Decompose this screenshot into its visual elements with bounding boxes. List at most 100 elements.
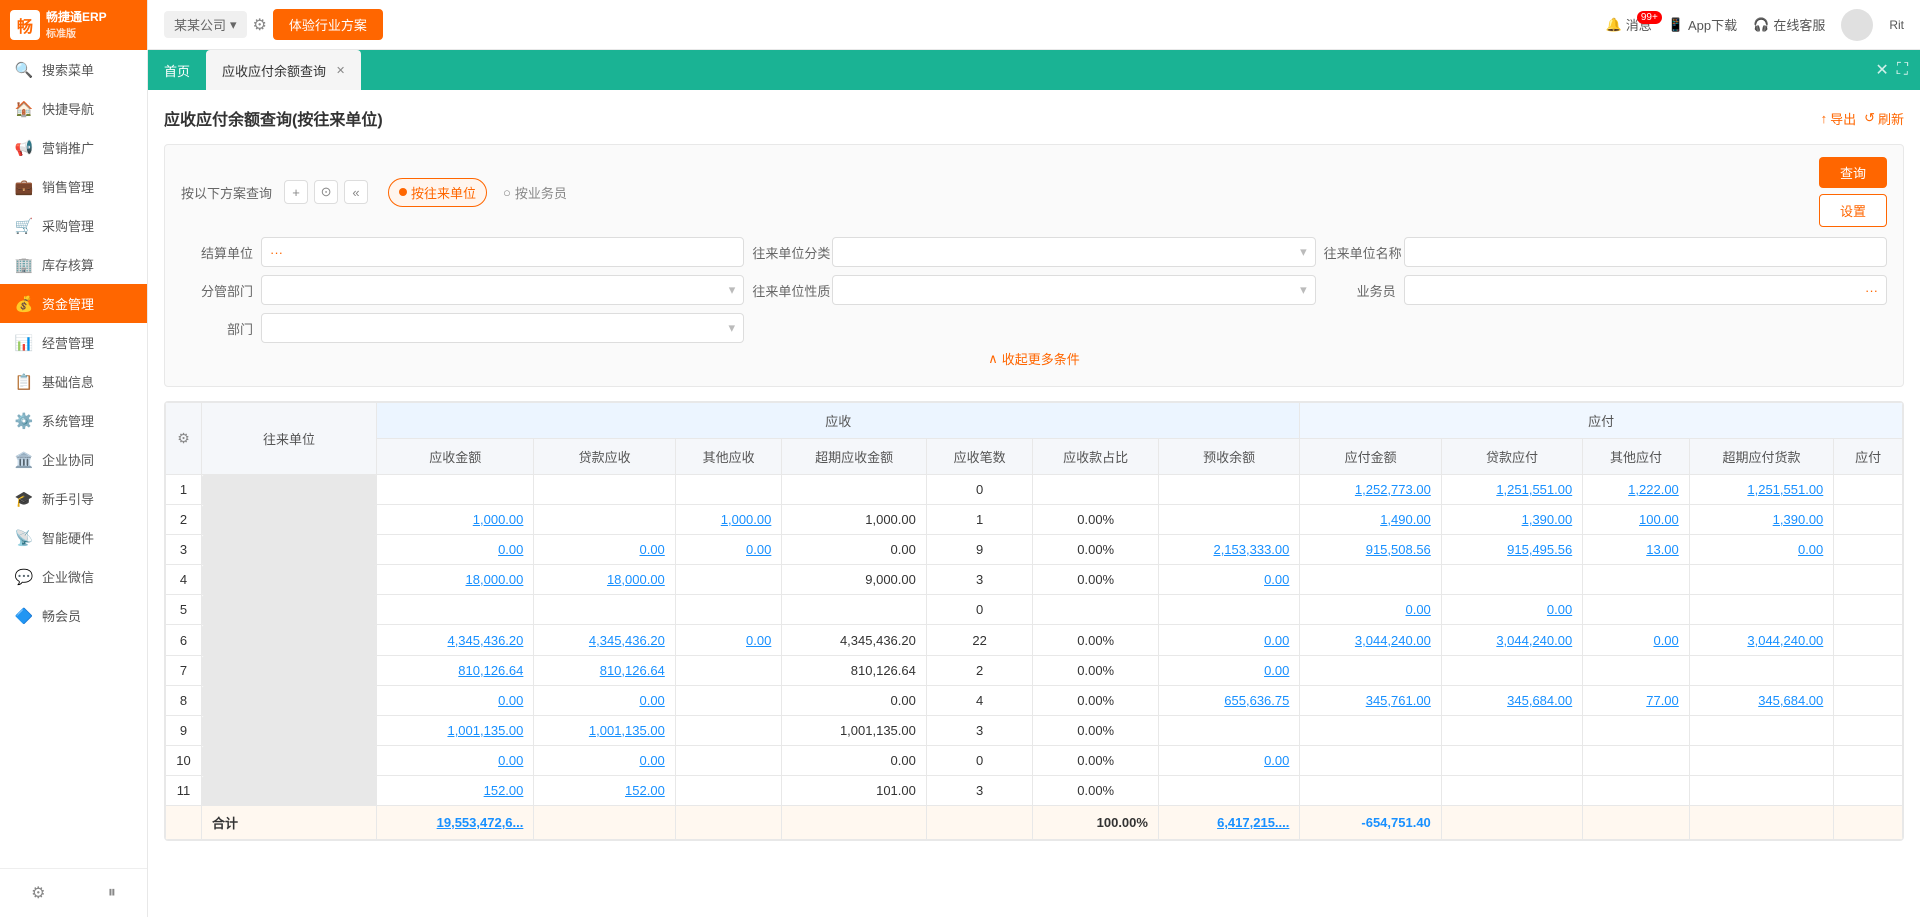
partner-category-input[interactable]: ▾ xyxy=(832,237,1315,267)
collapse-scheme-button[interactable]: « xyxy=(344,180,368,204)
footer-r-prepay[interactable]: 6,417,215.... xyxy=(1158,806,1299,840)
footer-r-loan xyxy=(534,806,675,840)
sidebar-item-basic[interactable]: 📋 基础信息 xyxy=(0,362,147,401)
scheme-by-salesman[interactable]: ○ 按业务员 xyxy=(493,178,577,207)
sidebar-item-system[interactable]: ⚙️ 系统管理 xyxy=(0,401,147,440)
sidebar-item-corp[interactable]: 🏛️ 企业协同 xyxy=(0,440,147,479)
notice-badge: 99+ xyxy=(1637,11,1662,24)
sidebar-item-vip[interactable]: 🔷 畅会员 xyxy=(0,596,147,635)
close-window-icon[interactable]: ✕ xyxy=(1875,60,1888,80)
chevron-icon: ▾ xyxy=(1300,244,1307,260)
footer-empty xyxy=(166,806,202,840)
footer-label: 合计 xyxy=(202,806,377,840)
sidebar-label-hardware: 智能硬件 xyxy=(42,528,94,547)
table-row: 10████████0.000.000.0000.00%0.00 xyxy=(166,746,1903,776)
filter-row-3: 部门 ▾ xyxy=(181,313,1887,343)
filter-row-1: 结算单位 ··· 往来单位分类 ▾ xyxy=(181,237,1887,267)
main-area: 某某公司 ▾ ⚙ 体验行业方案 🔔 99+ 消息 📱 App下载 🎧 在线客服 … xyxy=(148,0,1920,917)
notice-button[interactable]: 🔔 99+ 消息 xyxy=(1606,15,1652,34)
settings-scheme-button[interactable]: ⊙ xyxy=(314,180,338,204)
set-button[interactable]: 设置 xyxy=(1819,194,1887,227)
col-p-loan: 贷款应付 xyxy=(1441,439,1582,475)
sidebar-item-newbie[interactable]: 🎓 新手引导 xyxy=(0,479,147,518)
sidebar-label-newbie: 新手引导 xyxy=(42,489,94,508)
sidebar-label-vip: 畅会员 xyxy=(42,606,81,625)
service-button[interactable]: 🎧 在线客服 xyxy=(1753,15,1825,34)
sidebar-item-wechat[interactable]: 💬 企业微信 xyxy=(0,557,147,596)
col-r-count: 应收笔数 xyxy=(926,439,1033,475)
sidebar-logo: 畅 畅捷通ERP 标准版 xyxy=(0,0,147,50)
scheme-by-partner[interactable]: 按往来单位 xyxy=(388,178,487,207)
department-input[interactable]: ▾ xyxy=(261,313,744,343)
partner-name: ████████ xyxy=(202,565,377,595)
sidebar-label-inventory: 库存核算 xyxy=(42,255,94,274)
field-dept: 分管部门 ▾ xyxy=(181,275,744,305)
company-selector[interactable]: 某某公司 ▾ xyxy=(164,11,247,38)
sidebar-item-nav[interactable]: 🏠 快捷导航 xyxy=(0,89,147,128)
partner-name: ████████ xyxy=(202,535,377,565)
table-settings-icon[interactable]: ⚙ xyxy=(177,430,190,446)
refresh-icon: ↺ xyxy=(1864,110,1875,126)
sidebar-label-marketing: 营销推广 xyxy=(42,138,94,157)
collapse-button[interactable]: ∧ 收起更多条件 xyxy=(181,343,1887,374)
add-scheme-button[interactable]: + xyxy=(284,180,308,204)
sidebar-item-inventory[interactable]: 🏢 库存核算 xyxy=(0,245,147,284)
bell-icon: 🔔 xyxy=(1606,17,1622,33)
sidebar-item-operations[interactable]: 📊 经营管理 xyxy=(0,323,147,362)
partner-nature-input[interactable]: ▾ xyxy=(832,275,1315,305)
partner-name: ████████ xyxy=(202,475,377,505)
app-download-button[interactable]: 📱 App下载 xyxy=(1668,15,1737,34)
footer-r-amount[interactable]: 19,553,472,6... xyxy=(377,806,534,840)
field-department: 部门 ▾ xyxy=(181,313,744,343)
page-container: 应收应付余额查询(按往来单位) ↑ 导出 ↺ 刷新 按以下方案查询 xyxy=(148,90,1920,917)
partner-name-input[interactable] xyxy=(1404,237,1887,267)
maximize-icon[interactable]: ⛶ xyxy=(1897,61,1908,79)
sidebar-item-finance[interactable]: 💰 资金管理 xyxy=(0,284,147,323)
query-button[interactable]: 查询 xyxy=(1819,157,1887,188)
tab-balance-label: 应收应付余额查询 xyxy=(222,61,326,80)
table-row: 3████████0.000.000.000.0090.00%2,153,333… xyxy=(166,535,1903,565)
radio-icon: ○ xyxy=(503,185,511,200)
dept-input[interactable]: ▾ xyxy=(261,275,744,305)
content-area: 应收应付余额查询(按往来单位) ↑ 导出 ↺ 刷新 按以下方案查询 xyxy=(148,90,1920,917)
footer-p-amount[interactable]: -654,751.40 xyxy=(1300,806,1441,840)
table-row: 9████████1,001,135.001,001,135.001,001,1… xyxy=(166,716,1903,746)
export-button[interactable]: ↑ 导出 xyxy=(1821,109,1857,128)
sidebar-item-purchase[interactable]: 🛒 采购管理 xyxy=(0,206,147,245)
vip-icon: 🔷 xyxy=(14,607,34,625)
collapse-icon[interactable]: ⏸ xyxy=(102,878,122,908)
gear-icon[interactable]: ⚙ xyxy=(253,15,267,35)
sidebar-item-sales[interactable]: 💼 销售管理 xyxy=(0,167,147,206)
footer-r-other xyxy=(675,806,782,840)
footer-p-other xyxy=(1583,806,1690,840)
partner-name: P xyxy=(202,686,377,716)
sidebar-items: 🔍 搜索菜单 🏠 快捷导航 📢 营销推广 💼 销售管理 🛒 采购管理 🏢 库存核… xyxy=(0,50,147,635)
sidebar-item-hardware[interactable]: 📡 智能硬件 xyxy=(0,518,147,557)
sidebar-label-sales: 销售管理 xyxy=(42,177,94,196)
tab-close-icon[interactable]: ✕ xyxy=(336,64,345,77)
salesman-input[interactable]: ··· xyxy=(1404,275,1887,305)
settings-bottom-icon[interactable]: ⚙ xyxy=(25,877,51,909)
refresh-button[interactable]: ↺ 刷新 xyxy=(1864,109,1904,128)
promo-button[interactable]: 体验行业方案 xyxy=(273,9,383,40)
search-icon: 🔍 xyxy=(14,61,34,79)
tab-balance[interactable]: 应收应付余额查询 ✕ xyxy=(206,50,361,90)
filter-bar: 按以下方案查询 + ⊙ « 按往来单位 ○ 按业务员 xyxy=(164,144,1904,387)
page-title: 应收应付余额查询(按往来单位) xyxy=(164,106,383,130)
tab-home[interactable]: 首页 xyxy=(148,50,206,90)
system-icon: ⚙️ xyxy=(14,412,34,430)
sidebar-label-corp: 企业协同 xyxy=(42,450,94,469)
sidebar-label-operations: 经营管理 xyxy=(42,333,94,352)
sidebar-item-search[interactable]: 🔍 搜索菜单 xyxy=(0,50,147,89)
footer-p-loan xyxy=(1441,806,1582,840)
filter-top: 按以下方案查询 + ⊙ « 按往来单位 ○ 按业务员 xyxy=(181,157,1887,227)
topbar-breadcrumb: 某某公司 ▾ ⚙ 体验行业方案 xyxy=(164,9,1594,40)
sidebar-item-marketing[interactable]: 📢 营销推广 xyxy=(0,128,147,167)
filter-options: 按往来单位 ○ 按业务员 xyxy=(388,178,577,207)
col-r-overdue: 超期应收金额 xyxy=(782,439,927,475)
col-r-prepay: 预收余额 xyxy=(1158,439,1299,475)
service-label: 在线客服 xyxy=(1773,15,1825,34)
settlement-unit-input[interactable]: ··· xyxy=(261,237,744,267)
dots-indicator: ··· xyxy=(270,245,283,260)
export-icon: ↑ xyxy=(1821,111,1828,126)
